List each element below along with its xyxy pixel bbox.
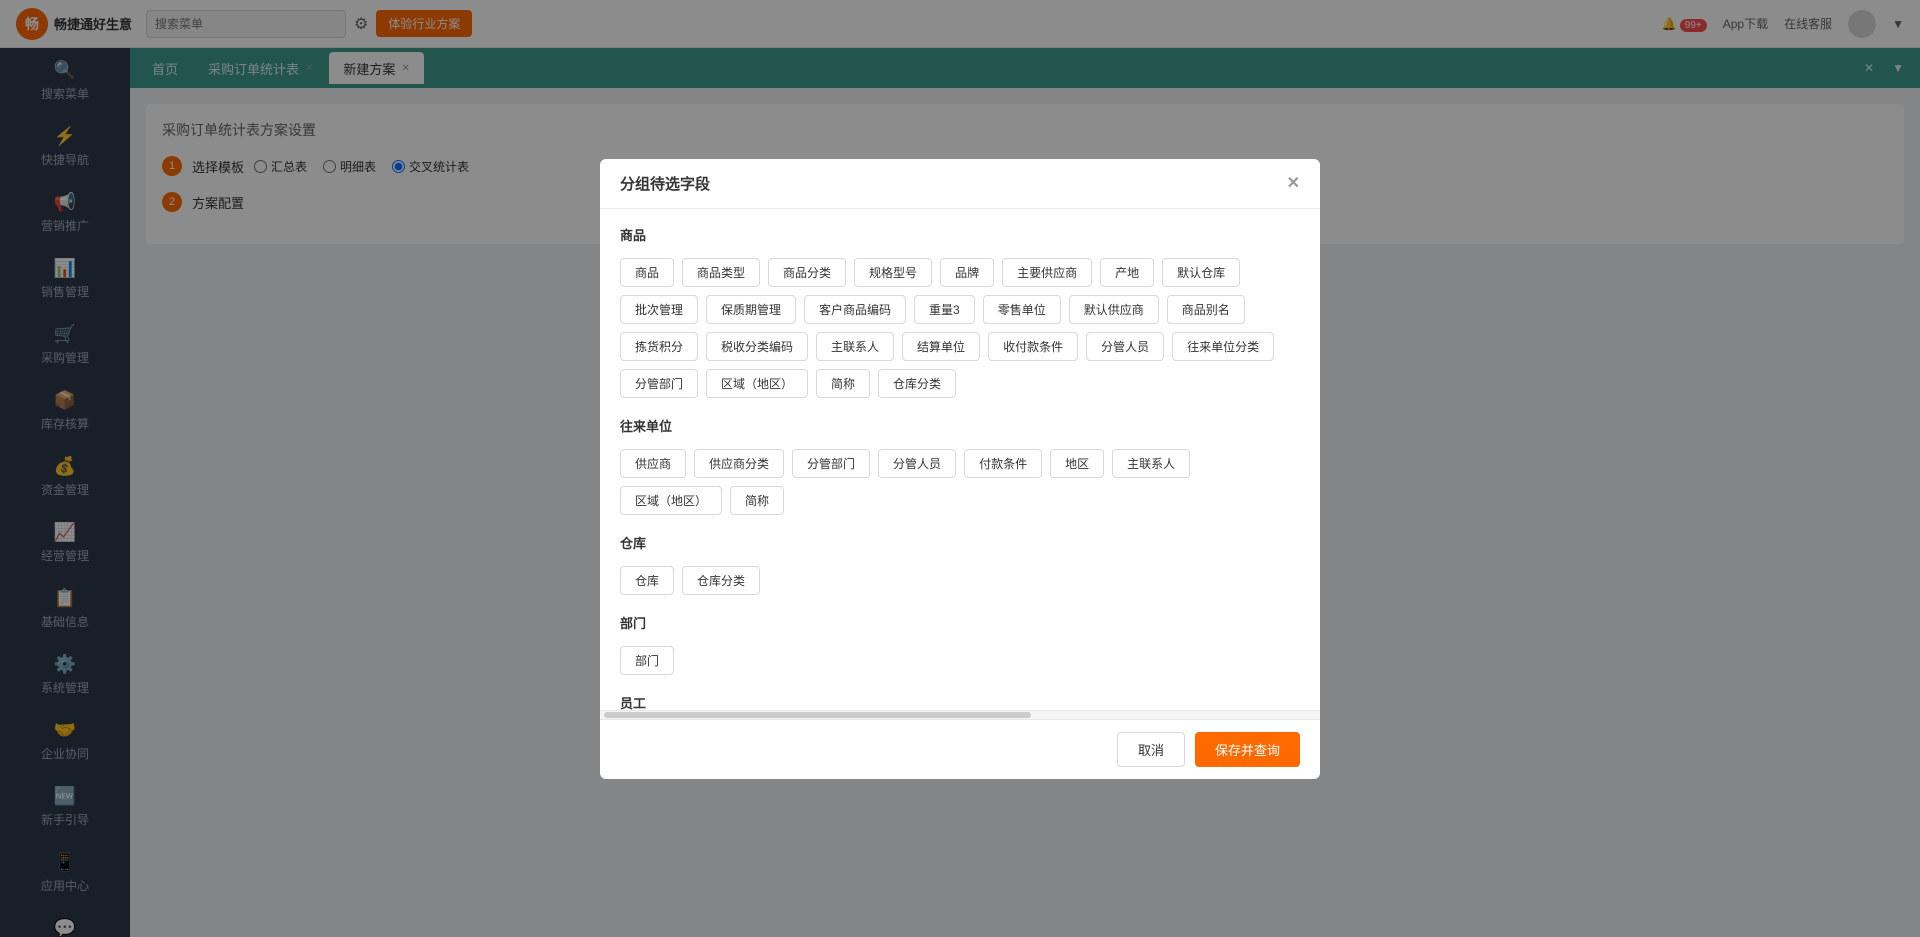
field-tag-收付款条件[interactable]: 收付款条件 (988, 332, 1078, 361)
field-tag-主要供应商[interactable]: 主要供应商 (1002, 258, 1092, 287)
field-tag-税收分类编码[interactable]: 税收分类编码 (706, 332, 808, 361)
modal-header: 分组待选字段 ✕ (600, 159, 1320, 209)
field-tag-商品别名[interactable]: 商品别名 (1167, 295, 1245, 324)
field-tag-结算单位[interactable]: 结算单位 (902, 332, 980, 361)
modal-horizontal-scrollbar[interactable] (600, 710, 1320, 719)
section-title-warehouse: 仓库 (620, 533, 1300, 556)
field-tag-默认供应商[interactable]: 默认供应商 (1069, 295, 1159, 324)
field-tag-仓库[interactable]: 仓库 (620, 566, 674, 595)
field-tag-产地[interactable]: 产地 (1100, 258, 1154, 287)
field-tag-主联系人[interactable]: 主联系人 (816, 332, 894, 361)
section-goods: 商品商品商品类型商品分类规格型号品牌主要供应商产地默认仓库批次管理保质期管理客户… (620, 225, 1300, 398)
field-tag-往来单位分类[interactable]: 往来单位分类 (1172, 332, 1274, 361)
field-tag-品牌[interactable]: 品牌 (940, 258, 994, 287)
field-tag-零售单位[interactable]: 零售单位 (983, 295, 1061, 324)
field-tag-分管人员[interactable]: 分管人员 (878, 449, 956, 478)
section-title-employee: 员工 (620, 693, 1300, 710)
field-tag-简称[interactable]: 简称 (816, 369, 870, 398)
field-select-modal: 分组待选字段 ✕ 商品商品商品类型商品分类规格型号品牌主要供应商产地默认仓库批次… (600, 159, 1320, 779)
field-tags-counterpart: 供应商供应商分类分管部门分管人员付款条件地区主联系人区域（地区） 简称 (620, 449, 1300, 515)
modal-body[interactable]: 商品商品商品类型商品分类规格型号品牌主要供应商产地默认仓库批次管理保质期管理客户… (600, 209, 1320, 710)
section-title-counterpart: 往来单位 (620, 416, 1300, 439)
field-tag-商品分类[interactable]: 商品分类 (768, 258, 846, 287)
field-tag-分管部门[interactable]: 分管部门 (620, 369, 698, 398)
field-tag-区域（地区）[interactable]: 区域（地区） (706, 369, 808, 398)
field-tag-批次管理[interactable]: 批次管理 (620, 295, 698, 324)
section-title-department: 部门 (620, 613, 1300, 636)
section-department: 部门部门 (620, 613, 1300, 675)
field-tag-付款条件[interactable]: 付款条件 (964, 449, 1042, 478)
field-tag-供应商分类[interactable]: 供应商分类 (694, 449, 784, 478)
field-tag-商品[interactable]: 商品 (620, 258, 674, 287)
field-tags-department: 部门 (620, 646, 1300, 675)
section-warehouse: 仓库仓库仓库分类 (620, 533, 1300, 595)
field-tags-warehouse: 仓库仓库分类 (620, 566, 1300, 595)
field-tag-规格型号[interactable]: 规格型号 (854, 258, 932, 287)
field-tag-仓库分类[interactable]: 仓库分类 (878, 369, 956, 398)
cancel-button[interactable]: 取消 (1117, 732, 1185, 767)
modal-overlay: 分组待选字段 ✕ 商品商品商品类型商品分类规格型号品牌主要供应商产地默认仓库批次… (0, 0, 1920, 937)
field-tag-供应商[interactable]: 供应商 (620, 449, 686, 478)
field-tag-商品类型[interactable]: 商品类型 (682, 258, 760, 287)
field-tag-保质期管理[interactable]: 保质期管理 (706, 295, 796, 324)
modal-hscroll-thumb[interactable] (604, 712, 1031, 718)
section-counterpart: 往来单位供应商供应商分类分管部门分管人员付款条件地区主联系人区域（地区） 简称 (620, 416, 1300, 515)
field-tags-goods: 商品商品类型商品分类规格型号品牌主要供应商产地默认仓库批次管理保质期管理客户商品… (620, 258, 1300, 398)
confirm-button[interactable]: 保存并查询 (1195, 732, 1300, 767)
section-title-goods: 商品 (620, 225, 1300, 248)
modal-footer: 取消 保存并查询 (600, 719, 1320, 779)
field-tag-部门[interactable]: 部门 (620, 646, 674, 675)
modal-close-btn[interactable]: ✕ (1287, 173, 1300, 193)
field-tag-拣货积分[interactable]: 拣货积分 (620, 332, 698, 361)
field-tag-地区[interactable]: 地区 (1050, 449, 1104, 478)
field-tag-主联系人[interactable]: 主联系人 (1112, 449, 1190, 478)
field-tag-仓库分类[interactable]: 仓库分类 (682, 566, 760, 595)
field-tag-分管部门[interactable]: 分管部门 (792, 449, 870, 478)
field-tag-默认仓库[interactable]: 默认仓库 (1162, 258, 1240, 287)
field-tag-分管人员[interactable]: 分管人员 (1086, 332, 1164, 361)
field-tag-简称[interactable]: 简称 (730, 486, 784, 515)
field-tag-客户商品编码[interactable]: 客户商品编码 (804, 295, 906, 324)
section-employee: 员工业务员 (620, 693, 1300, 710)
field-tag-重量3[interactable]: 重量3 (914, 295, 975, 324)
field-tag-区域（地区）[interactable]: 区域（地区） (620, 486, 722, 515)
modal-title: 分组待选字段 (620, 173, 710, 194)
